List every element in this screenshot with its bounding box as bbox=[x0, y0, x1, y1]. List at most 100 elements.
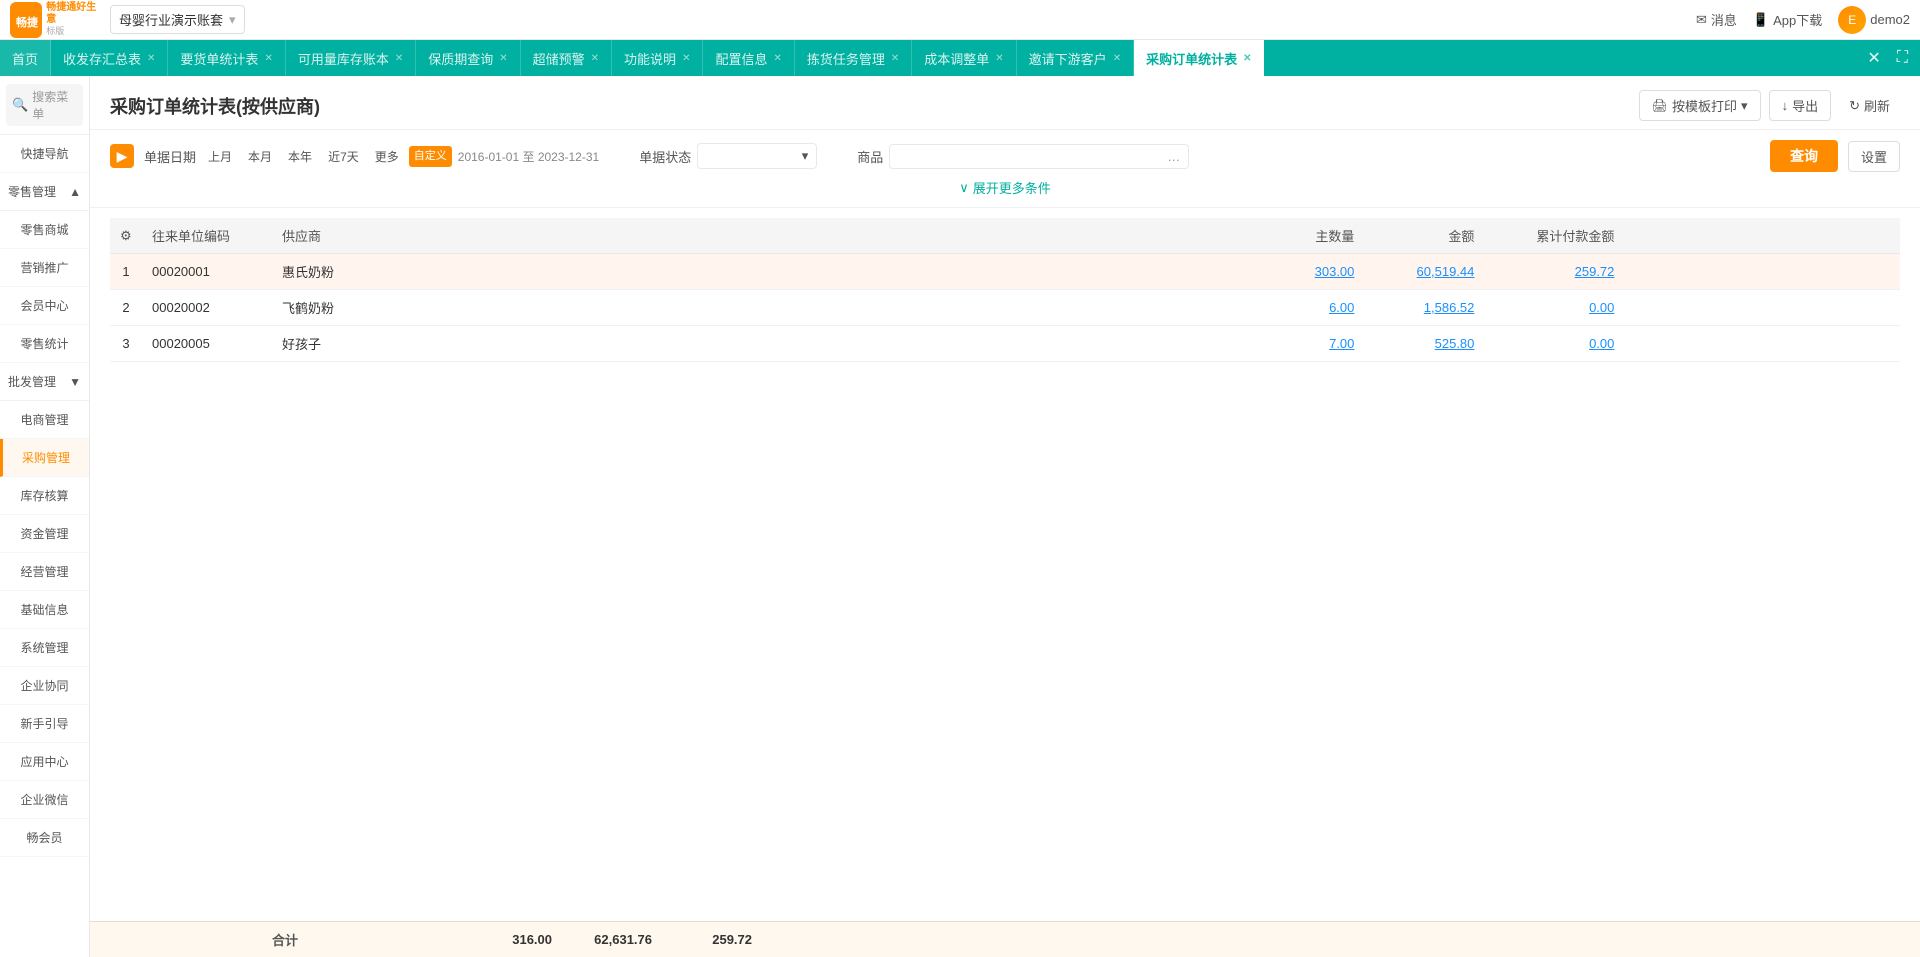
tab-label-home: 首页 bbox=[12, 49, 38, 68]
settings-button[interactable]: 设置 bbox=[1848, 141, 1900, 172]
retail-mgmt-label: 零售管理 bbox=[8, 183, 56, 200]
sidebar-item-retail-stats[interactable]: 零售统计 bbox=[0, 325, 89, 363]
tab-close-icon[interactable]: ✕ bbox=[682, 53, 690, 64]
tab-label-order-stats: 要货单统计表 bbox=[180, 49, 258, 68]
cell-amount: 1,586.52 bbox=[1364, 290, 1484, 326]
shortcut-more[interactable]: 更多 bbox=[369, 146, 405, 167]
inventory-check-label: 库存核算 bbox=[20, 487, 68, 504]
qty-link[interactable]: 6.00 bbox=[1329, 300, 1354, 315]
amount-link[interactable]: 1,586.52 bbox=[1424, 300, 1475, 315]
tab-config-info[interactable]: 配置信息 ✕ bbox=[703, 40, 794, 76]
tab-shelf-life[interactable]: 保质期查询 ✕ bbox=[416, 40, 520, 76]
tab-order-stats[interactable]: 要货单统计表 ✕ bbox=[168, 40, 285, 76]
cell-qty: 303.00 bbox=[1264, 254, 1364, 290]
top-right-area: ✉ 消息 📱 App下载 E demo2 bbox=[1696, 6, 1910, 34]
cell-amount: 525.80 bbox=[1364, 326, 1484, 362]
cell-extra bbox=[1624, 326, 1900, 362]
sidebar-item-new-guide[interactable]: 新手引导 bbox=[0, 705, 89, 743]
username-label: demo2 bbox=[1870, 12, 1910, 27]
tab-close-icon[interactable]: ✕ bbox=[499, 53, 507, 64]
sidebar-item-enterprise-wechat[interactable]: 企业微信 bbox=[0, 781, 89, 819]
query-button[interactable]: 查询 bbox=[1770, 140, 1838, 172]
paid-link[interactable]: 0.00 bbox=[1589, 336, 1614, 351]
print-button[interactable]: 🖨 按模板打印 ▾ bbox=[1639, 90, 1761, 121]
logo-area: 畅捷 畅捷通好生意 标版 bbox=[10, 2, 100, 38]
tab-close-icon[interactable]: ✕ bbox=[264, 53, 272, 64]
sidebar-item-ecommerce-mgmt[interactable]: 电商管理 bbox=[0, 401, 89, 439]
shortcut-this-month[interactable]: 本月 bbox=[242, 146, 278, 167]
th-paid: 累计付款金额 bbox=[1484, 218, 1624, 254]
app-download-btn[interactable]: 📱 App下载 bbox=[1753, 10, 1822, 29]
sidebar-item-quick-nav[interactable]: 快捷导航 bbox=[0, 135, 89, 173]
sidebar-item-marketing[interactable]: 营销推广 bbox=[0, 249, 89, 287]
shortcut-this-year[interactable]: 本年 bbox=[282, 146, 318, 167]
tab-inventory-book[interactable]: 可用量库存账本 ✕ bbox=[286, 40, 416, 76]
tab-overstock[interactable]: 超储预警 ✕ bbox=[521, 40, 612, 76]
tab-purchase-stats[interactable]: 采购订单统计表 ✕ bbox=[1134, 40, 1264, 76]
sidebar-item-retail-mgmt[interactable]: 零售管理 ▲ bbox=[0, 173, 89, 210]
custom-badge: 自定义 bbox=[409, 146, 452, 167]
tab-close-icon[interactable]: ✕ bbox=[995, 53, 1003, 64]
sidebar-item-fund-mgmt[interactable]: 资金管理 bbox=[0, 515, 89, 553]
tab-close-icon[interactable]: ✕ bbox=[891, 53, 899, 64]
amount-link[interactable]: 60,519.44 bbox=[1417, 264, 1475, 279]
tab-close-icon[interactable]: ✕ bbox=[1113, 53, 1121, 64]
sidebar-item-purchase-mgmt[interactable]: 采购管理 bbox=[0, 439, 89, 477]
tab-maximize-btn[interactable]: ⛶ bbox=[1893, 47, 1912, 69]
expand-conditions-button[interactable]: ∨ 展开更多条件 bbox=[959, 178, 1051, 197]
shortcut-prev-month[interactable]: 上月 bbox=[202, 146, 238, 167]
tab-close-icon[interactable]: ✕ bbox=[147, 53, 155, 64]
sidebar-item-wholesale-mgmt[interactable]: 批发管理 ▼ bbox=[0, 363, 89, 400]
tab-close-icon[interactable]: ✕ bbox=[773, 53, 781, 64]
top-bar: 畅捷 畅捷通好生意 标版 母婴行业演示账套 ▾ ✉ 消息 📱 App下载 E d… bbox=[0, 0, 1920, 40]
sidebar-search-area[interactable]: 🔍 搜索菜单 bbox=[0, 76, 89, 135]
tab-home[interactable]: 首页 bbox=[0, 40, 51, 76]
tab-close-icon[interactable]: ✕ bbox=[395, 53, 403, 64]
sidebar-item-basic-info[interactable]: 基础信息 bbox=[0, 591, 89, 629]
print-label: 按模板打印 bbox=[1672, 96, 1737, 115]
tab-label-invite-downstream: 邀请下游客户 bbox=[1029, 49, 1107, 68]
cell-paid: 0.00 bbox=[1484, 326, 1624, 362]
sidebar-item-system-mgmt[interactable]: 系统管理 bbox=[0, 629, 89, 667]
shortcut-7days[interactable]: 近7天 bbox=[322, 146, 365, 167]
sidebar-item-member[interactable]: 畅会员 bbox=[0, 819, 89, 857]
th-gear[interactable]: ⚙ bbox=[110, 218, 142, 254]
filter-goods-label: 商品 bbox=[857, 147, 883, 166]
qty-link[interactable]: 303.00 bbox=[1315, 264, 1355, 279]
sidebar-item-inventory-check[interactable]: 库存核算 bbox=[0, 477, 89, 515]
sidebar-search-box[interactable]: 🔍 搜索菜单 bbox=[6, 84, 83, 126]
paid-link[interactable]: 0.00 bbox=[1589, 300, 1614, 315]
sidebar-item-app-center[interactable]: 应用中心 bbox=[0, 743, 89, 781]
tab-invite-downstream[interactable]: 邀请下游客户 ✕ bbox=[1017, 40, 1134, 76]
qty-link[interactable]: 7.00 bbox=[1329, 336, 1354, 351]
status-select[interactable]: ▾ bbox=[697, 143, 817, 169]
sidebar-item-ops-mgmt[interactable]: 经营管理 bbox=[0, 553, 89, 591]
cell-paid: 0.00 bbox=[1484, 290, 1624, 326]
footer-values: 316.00 62,631.76 259.72 bbox=[472, 932, 1900, 947]
sidebar-item-enterprise-collab[interactable]: 企业协同 bbox=[0, 667, 89, 705]
table-body: 1 00020001 惠氏奶粉 303.00 60,519.44 259.72 bbox=[110, 254, 1900, 362]
amount-link[interactable]: 525.80 bbox=[1435, 336, 1475, 351]
goods-input[interactable]: … bbox=[889, 144, 1189, 169]
cell-qty: 7.00 bbox=[1264, 326, 1364, 362]
refresh-button[interactable]: ↻ 刷新 bbox=[1839, 91, 1900, 120]
chevron-down-icon: ▾ bbox=[229, 12, 236, 28]
sidebar-item-retail-store[interactable]: 零售商城 bbox=[0, 211, 89, 249]
tab-close-icon[interactable]: ✕ bbox=[1243, 53, 1251, 64]
user-area[interactable]: E demo2 bbox=[1838, 6, 1910, 34]
tab-collect-pay[interactable]: 收发存汇总表 ✕ bbox=[51, 40, 168, 76]
refresh-label: 刷新 bbox=[1864, 96, 1890, 115]
filter-toggle-button[interactable]: ▶ bbox=[110, 144, 134, 168]
sidebar-item-member-center[interactable]: 会员中心 bbox=[0, 287, 89, 325]
org-selector[interactable]: 母婴行业演示账套 ▾ bbox=[110, 5, 245, 34]
search-placeholder: 搜索菜单 bbox=[32, 88, 77, 122]
goods-more-icon[interactable]: … bbox=[1167, 149, 1180, 164]
message-btn[interactable]: ✉ 消息 bbox=[1696, 10, 1737, 29]
tab-close-all-btn[interactable]: ✕ bbox=[1863, 46, 1884, 70]
tab-pick-task[interactable]: 拣货任务管理 ✕ bbox=[795, 40, 912, 76]
tab-cost-adjust[interactable]: 成本调整单 ✕ bbox=[912, 40, 1016, 76]
export-button[interactable]: ↓ 导出 bbox=[1769, 90, 1832, 121]
paid-link[interactable]: 259.72 bbox=[1575, 264, 1615, 279]
tab-close-icon[interactable]: ✕ bbox=[591, 53, 599, 64]
tab-function-desc[interactable]: 功能说明 ✕ bbox=[612, 40, 703, 76]
